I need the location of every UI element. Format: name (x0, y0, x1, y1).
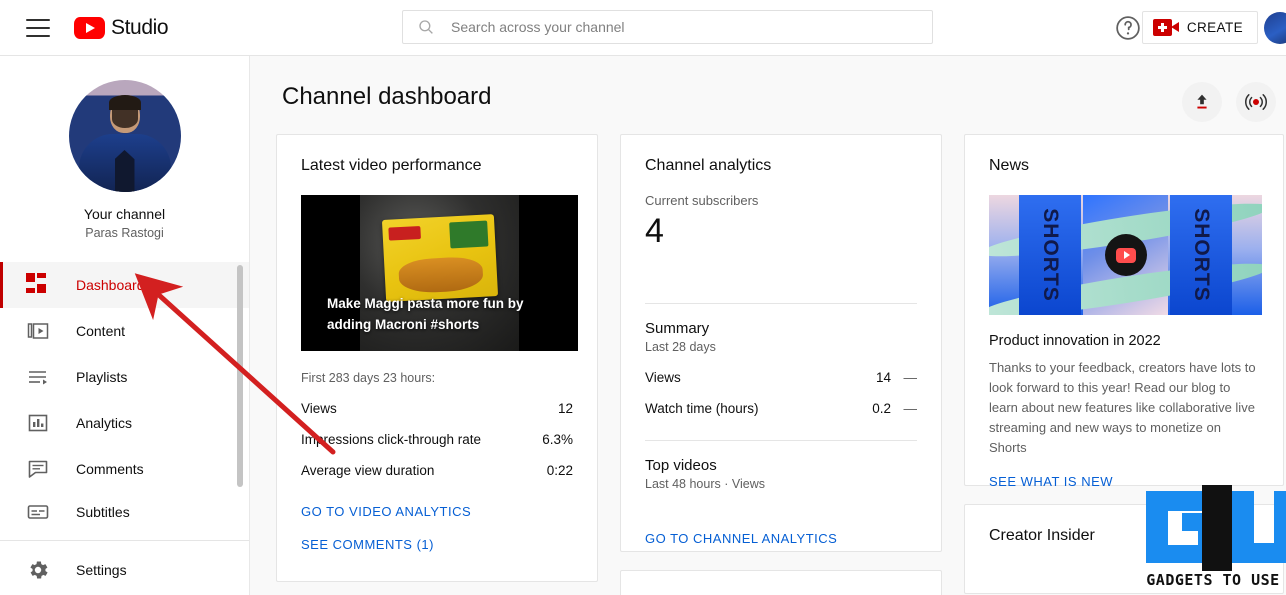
playlists-icon (26, 365, 50, 389)
stat-label: Impressions click-through rate (301, 432, 482, 447)
summary-period: Last 28 days (645, 340, 716, 354)
video-camera-plus-icon (1152, 19, 1179, 36)
dashboard-cards: Latest video performance Make Maggi past… (276, 134, 1284, 595)
sidebar-item-label: Playlists (76, 369, 128, 385)
sidebar-item-content[interactable]: Content (0, 308, 249, 354)
subtitles-icon (26, 500, 50, 524)
sidebar-item-label: Settings (76, 562, 127, 578)
channel-block: Your channel Paras Rastogi (0, 56, 249, 240)
studio-logo[interactable]: Studio (74, 15, 169, 40)
page-title: Channel dashboard (282, 83, 492, 110)
analytics-delta: — (903, 370, 918, 385)
card-title: News (989, 157, 1030, 174)
secondary-card (620, 570, 942, 595)
stat-value: 0:22 (546, 463, 573, 478)
sidebar-divider (0, 540, 249, 541)
sidebar-item-label: Dashboard (76, 277, 145, 293)
channel-analytics-card: Channel analytics Current subscribers 4 … (620, 134, 942, 552)
sidebar-scrollbar[interactable] (237, 265, 243, 487)
create-button[interactable]: CREATE (1141, 11, 1258, 44)
subscribers-label: Current subscribers (645, 193, 759, 208)
news-headline: Product innovation in 2022 (989, 333, 1161, 349)
analytics-bar-icon (26, 411, 50, 435)
news-body: Thanks to your feedback, creators have l… (989, 360, 1256, 455)
top-actions (1182, 82, 1276, 122)
sidebar-item-label: Subtitles (76, 504, 130, 520)
main-content: Channel dashboard Latest video performan… (250, 56, 1286, 595)
play-button-icon (1104, 234, 1147, 276)
sidebar-item-analytics[interactable]: Analytics (0, 400, 249, 446)
subscribers-count: 4 (645, 212, 664, 250)
analytics-label: Watch time (hours) (645, 401, 759, 416)
latest-video-performance-card: Latest video performance Make Maggi past… (276, 134, 598, 582)
card-title: Latest video performance (301, 157, 482, 174)
sidebar-item-dashboard[interactable]: Dashboard (0, 262, 249, 308)
sidebar-item-playlists[interactable]: Playlists (0, 354, 249, 400)
account-avatar[interactable] (1264, 12, 1286, 44)
channel-avatar[interactable] (68, 80, 181, 192)
sidebar-item-label: Content (76, 323, 126, 339)
sidebar-item-subtitles[interactable]: Subtitles (0, 492, 249, 532)
analytics-delta: — (903, 401, 918, 416)
stat-value: 6.3% (542, 432, 573, 447)
news-image-text: SHORTS (1039, 208, 1062, 302)
card-title: Channel analytics (645, 157, 772, 174)
news-image-text: SHORTS (1190, 208, 1213, 302)
card-links: GO TO VIDEO ANALYTICS SEE COMMENTS (1) (301, 504, 573, 552)
video-title-overlay: Make Maggi pasta more fun by adding Macr… (327, 296, 524, 332)
youtube-play-icon (74, 16, 105, 39)
search-icon (419, 20, 433, 34)
go-to-channel-analytics-link[interactable]: GO TO CHANNEL ANALYTICS (645, 531, 917, 546)
period-label: First 283 days 23 hours: (301, 371, 436, 385)
go-live-broadcast-icon (1245, 94, 1267, 110)
analytics-row: Watch time (hours) 0.2 — (645, 401, 917, 416)
summary-title: Summary (645, 320, 710, 337)
create-button-label: CREATE (1186, 20, 1243, 35)
sidebar-item-label: Analytics (76, 415, 133, 431)
brand-text: Studio (111, 15, 169, 39)
divider (645, 440, 917, 441)
sidebar-item-settings[interactable]: Settings (0, 547, 249, 593)
see-comments-link[interactable]: SEE COMMENTS (1) (301, 537, 573, 552)
gear-icon (26, 558, 50, 582)
top-bar: Studio CREATE (0, 0, 1286, 56)
hamburger-menu-icon[interactable] (26, 18, 50, 37)
search-bar[interactable] (402, 10, 933, 44)
top-videos-period: Last 48 hours · Views (645, 477, 765, 491)
help-circle-icon[interactable] (1114, 14, 1142, 42)
sidebar: Your channel Paras Rastogi Dashboard Con… (0, 56, 250, 595)
youtube-studio-window: Studio CREATE (0, 0, 1286, 595)
go-live-button[interactable] (1236, 82, 1276, 122)
top-videos-title: Top videos (645, 457, 717, 474)
analytics-value: 0.2 (872, 401, 891, 416)
analytics-value: 14 (875, 370, 891, 385)
sidebar-item-comments[interactable]: Comments (0, 446, 249, 492)
stat-row: Average view duration 0:22 (301, 463, 573, 478)
gtu-logo-icon (1146, 485, 1286, 571)
analytics-row: Views 14 — (645, 370, 917, 385)
your-channel-label: Your channel (83, 206, 166, 222)
comments-icon (26, 457, 50, 481)
gadgets-to-use-watermark: GADGETS TO USE (1140, 483, 1286, 595)
dashboard-grid-icon (26, 273, 50, 297)
sidebar-item-label: Comments (76, 461, 144, 477)
go-to-video-analytics-link[interactable]: GO TO VIDEO ANALYTICS (301, 504, 573, 519)
news-card: News SHORTS SHORTS Product innovation in… (964, 134, 1284, 489)
upload-icon (1197, 94, 1207, 109)
stat-label: Average view duration (301, 463, 435, 478)
analytics-label: Views (645, 370, 681, 385)
upload-button[interactable] (1182, 82, 1222, 122)
channel-name: Paras Rastogi (85, 226, 164, 240)
stat-label: Views (301, 401, 337, 416)
search-input[interactable] (449, 18, 909, 36)
content-video-icon (26, 319, 50, 343)
video-thumbnail[interactable]: Make Maggi pasta more fun by adding Macr… (301, 195, 578, 351)
divider (645, 303, 917, 304)
stat-row: Views 12 (301, 401, 573, 416)
news-image[interactable]: SHORTS SHORTS (989, 195, 1262, 315)
watermark-text: GADGETS TO USE (1146, 571, 1280, 589)
stat-row: Impressions click-through rate 6.3% (301, 432, 573, 447)
sidebar-nav: Dashboard Content Playlists Analytics Co… (0, 262, 249, 595)
stat-value: 12 (557, 401, 573, 416)
